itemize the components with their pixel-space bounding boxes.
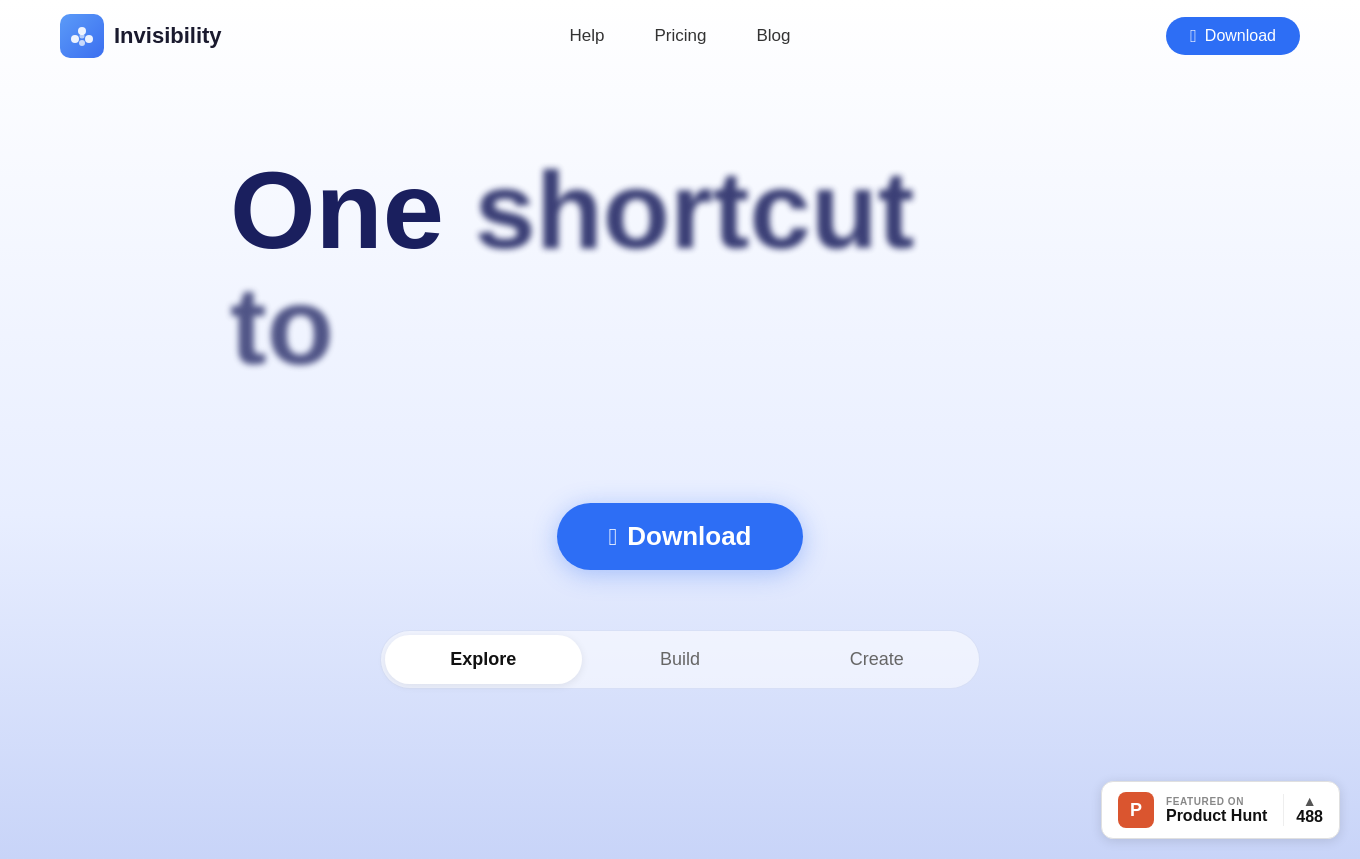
logo-name: Invisibility bbox=[114, 23, 222, 49]
cta-section:  Download bbox=[557, 503, 804, 570]
logo-icon bbox=[60, 14, 104, 58]
tab-create[interactable]: Create bbox=[778, 635, 975, 684]
product-hunt-votes: ▲ 488 bbox=[1283, 794, 1323, 826]
product-hunt-text: FEATURED ON Product Hunt bbox=[1166, 796, 1267, 825]
tab-build[interactable]: Build bbox=[582, 635, 779, 684]
nav-link-blog[interactable]: Blog bbox=[756, 26, 790, 46]
nav-download-label: Download bbox=[1205, 27, 1276, 45]
tabs-container: Explore Build Create bbox=[380, 630, 980, 689]
hero-line1: One shortcut bbox=[230, 152, 1130, 268]
tabs-section: Explore Build Create bbox=[380, 630, 980, 689]
product-hunt-badge[interactable]: P FEATURED ON Product Hunt ▲ 488 bbox=[1101, 781, 1340, 839]
vote-count: 488 bbox=[1296, 808, 1323, 826]
product-hunt-name: Product Hunt bbox=[1166, 807, 1267, 825]
hero-section: One shortcut to  Download Explore Build… bbox=[0, 72, 1360, 689]
hero-heading: One shortcut to bbox=[230, 152, 1130, 383]
product-hunt-featured-label: FEATURED ON bbox=[1166, 796, 1267, 807]
hero-line2: to bbox=[230, 268, 1130, 384]
hero-line1-blur: shortcut bbox=[475, 152, 915, 268]
cta-download-label: Download bbox=[627, 521, 751, 552]
nav-link-help[interactable]: Help bbox=[570, 26, 605, 46]
tab-explore[interactable]: Explore bbox=[385, 635, 582, 684]
cta-apple-icon:  bbox=[609, 525, 618, 549]
svg-point-4 bbox=[80, 34, 85, 39]
svg-point-2 bbox=[85, 35, 93, 43]
logo[interactable]: Invisibility bbox=[60, 14, 222, 58]
svg-point-3 bbox=[79, 40, 85, 46]
nav-link-pricing[interactable]: Pricing bbox=[654, 26, 706, 46]
upvote-arrow: ▲ bbox=[1303, 794, 1317, 808]
nav-download-button[interactable]:  Download bbox=[1166, 17, 1300, 55]
product-hunt-logo: P bbox=[1118, 792, 1154, 828]
navbar: Invisibility Help Pricing Blog  Downloa… bbox=[0, 0, 1360, 72]
cta-download-button[interactable]:  Download bbox=[557, 503, 804, 570]
hero-line1-start: One bbox=[230, 148, 475, 271]
apple-icon:  bbox=[1190, 27, 1197, 45]
nav-links: Help Pricing Blog bbox=[570, 26, 791, 46]
svg-point-1 bbox=[71, 35, 79, 43]
